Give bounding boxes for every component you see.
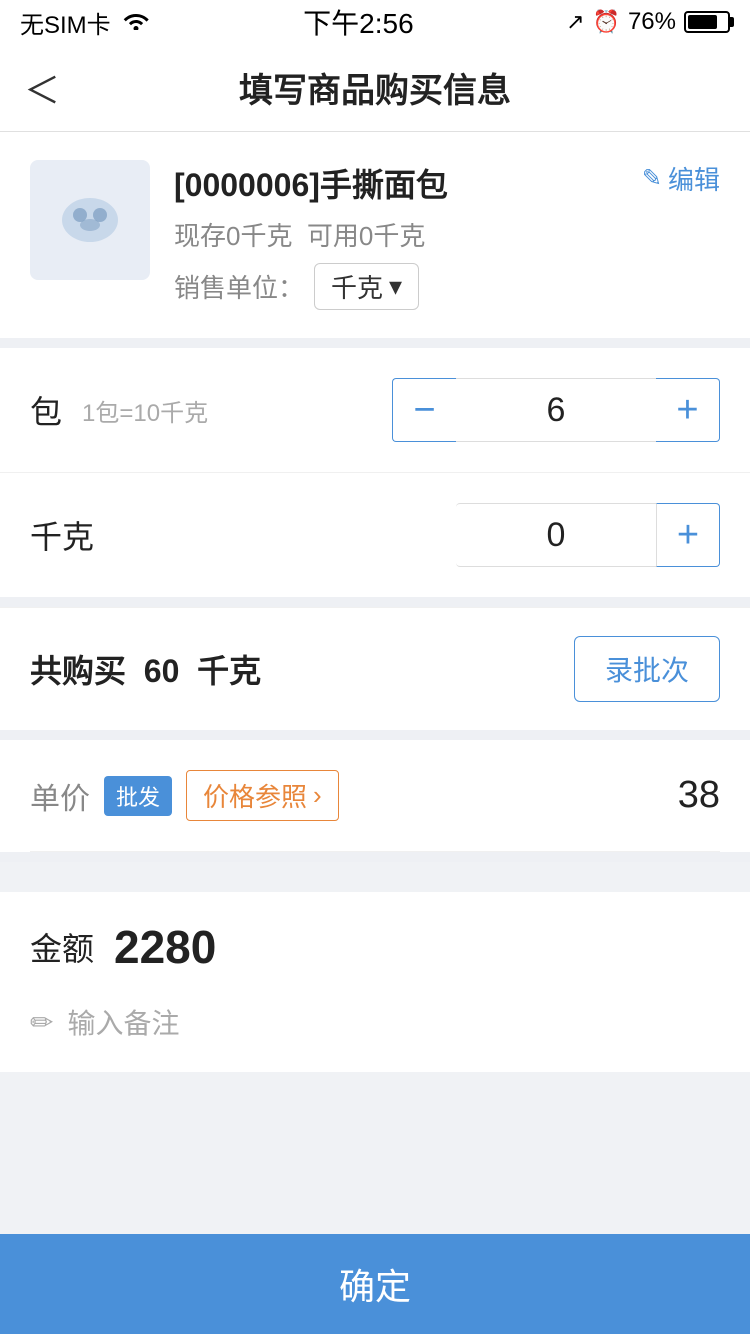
note-row[interactable]: ✏ 输入备注 xyxy=(0,1002,750,1072)
kg-quantity-controls: + xyxy=(456,503,720,567)
wifi-icon xyxy=(121,8,151,37)
location-icon: ↗ xyxy=(566,9,584,35)
amount-value: 2280 xyxy=(114,920,216,974)
pack-hint: 1包=10千克 xyxy=(82,393,208,428)
pack-label-group: 包 1包=10千克 xyxy=(30,387,392,433)
pack-quantity-controls: − + xyxy=(392,378,720,442)
product-unit-row: 销售单位： 千克 ▾ xyxy=(174,263,618,310)
status-bar: 无SIM卡 下午2:56 ↗ ⏰ 76% xyxy=(0,0,750,44)
kg-plus-button[interactable]: + xyxy=(656,503,720,567)
chevron-right-icon: › xyxy=(313,780,322,811)
edit-button[interactable]: ✎ 编辑 xyxy=(642,160,720,197)
note-icon: ✏ xyxy=(30,1006,53,1039)
confirm-button[interactable]: 确定 xyxy=(0,1234,750,1334)
chevron-down-icon: ▾ xyxy=(389,271,402,302)
summary-text: 共购买 60 千克 xyxy=(30,646,261,692)
product-card: [0000006]手撕面包 现存0千克 可用0千克 销售单位： 千克 ▾ ✎ 编… xyxy=(0,132,750,348)
battery-percent: 76% xyxy=(628,8,676,36)
price-reference-button[interactable]: 价格参照 › xyxy=(186,770,339,821)
price-value: 38 xyxy=(678,774,720,817)
amount-section: 金额 2280 ✏ 输入备注 xyxy=(0,862,750,1092)
status-right: ↗ ⏰ 76% xyxy=(566,8,730,36)
status-left: 无SIM卡 xyxy=(20,5,151,40)
kg-label: 千克 xyxy=(30,519,94,555)
summary-row: 共购买 60 千克 录批次 xyxy=(0,607,750,740)
record-batch-button[interactable]: 录批次 xyxy=(574,636,720,702)
price-row: 单价 批发 价格参照 › 38 xyxy=(30,770,720,852)
price-section: 单价 批发 价格参照 › 38 xyxy=(0,740,750,862)
unit-select[interactable]: 千克 ▾ xyxy=(314,263,419,310)
amount-row: 金额 2280 xyxy=(0,892,750,1002)
product-thumbnail xyxy=(30,160,150,280)
pack-label: 包 xyxy=(30,387,62,433)
quantity-pack-row: 包 1包=10千克 − + xyxy=(0,348,750,473)
carrier-label: 无SIM卡 xyxy=(20,5,111,40)
product-info: [0000006]手撕面包 现存0千克 可用0千克 销售单位： 千克 ▾ xyxy=(174,160,618,310)
product-name: [0000006]手撕面包 xyxy=(174,160,618,206)
edit-icon: ✎ xyxy=(642,164,662,193)
back-button[interactable]: ＜ xyxy=(24,62,60,114)
quantity-kg-row: 千克 + xyxy=(0,473,750,597)
amount-label: 金额 xyxy=(30,924,94,970)
note-placeholder: 输入备注 xyxy=(67,1002,179,1042)
pack-plus-button[interactable]: + xyxy=(656,378,720,442)
kg-quantity-input[interactable] xyxy=(456,503,656,567)
quantity-section: 包 1包=10千克 − + 千克 + xyxy=(0,348,750,607)
nav-bar: ＜ 填写商品购买信息 xyxy=(0,44,750,132)
pack-minus-button[interactable]: − xyxy=(392,378,456,442)
bottom-spacer xyxy=(0,1092,750,1192)
alarm-icon: ⏰ xyxy=(593,9,620,35)
status-time: 下午2:56 xyxy=(303,2,414,42)
battery-icon xyxy=(684,11,730,33)
kg-label-group: 千克 xyxy=(30,512,456,558)
pack-quantity-input[interactable] xyxy=(456,378,656,442)
product-stock: 现存0千克 可用0千克 xyxy=(174,216,618,253)
price-tag-badge: 批发 xyxy=(104,776,172,816)
price-label: 单价 xyxy=(30,774,90,818)
page-title: 填写商品购买信息 xyxy=(239,63,511,112)
